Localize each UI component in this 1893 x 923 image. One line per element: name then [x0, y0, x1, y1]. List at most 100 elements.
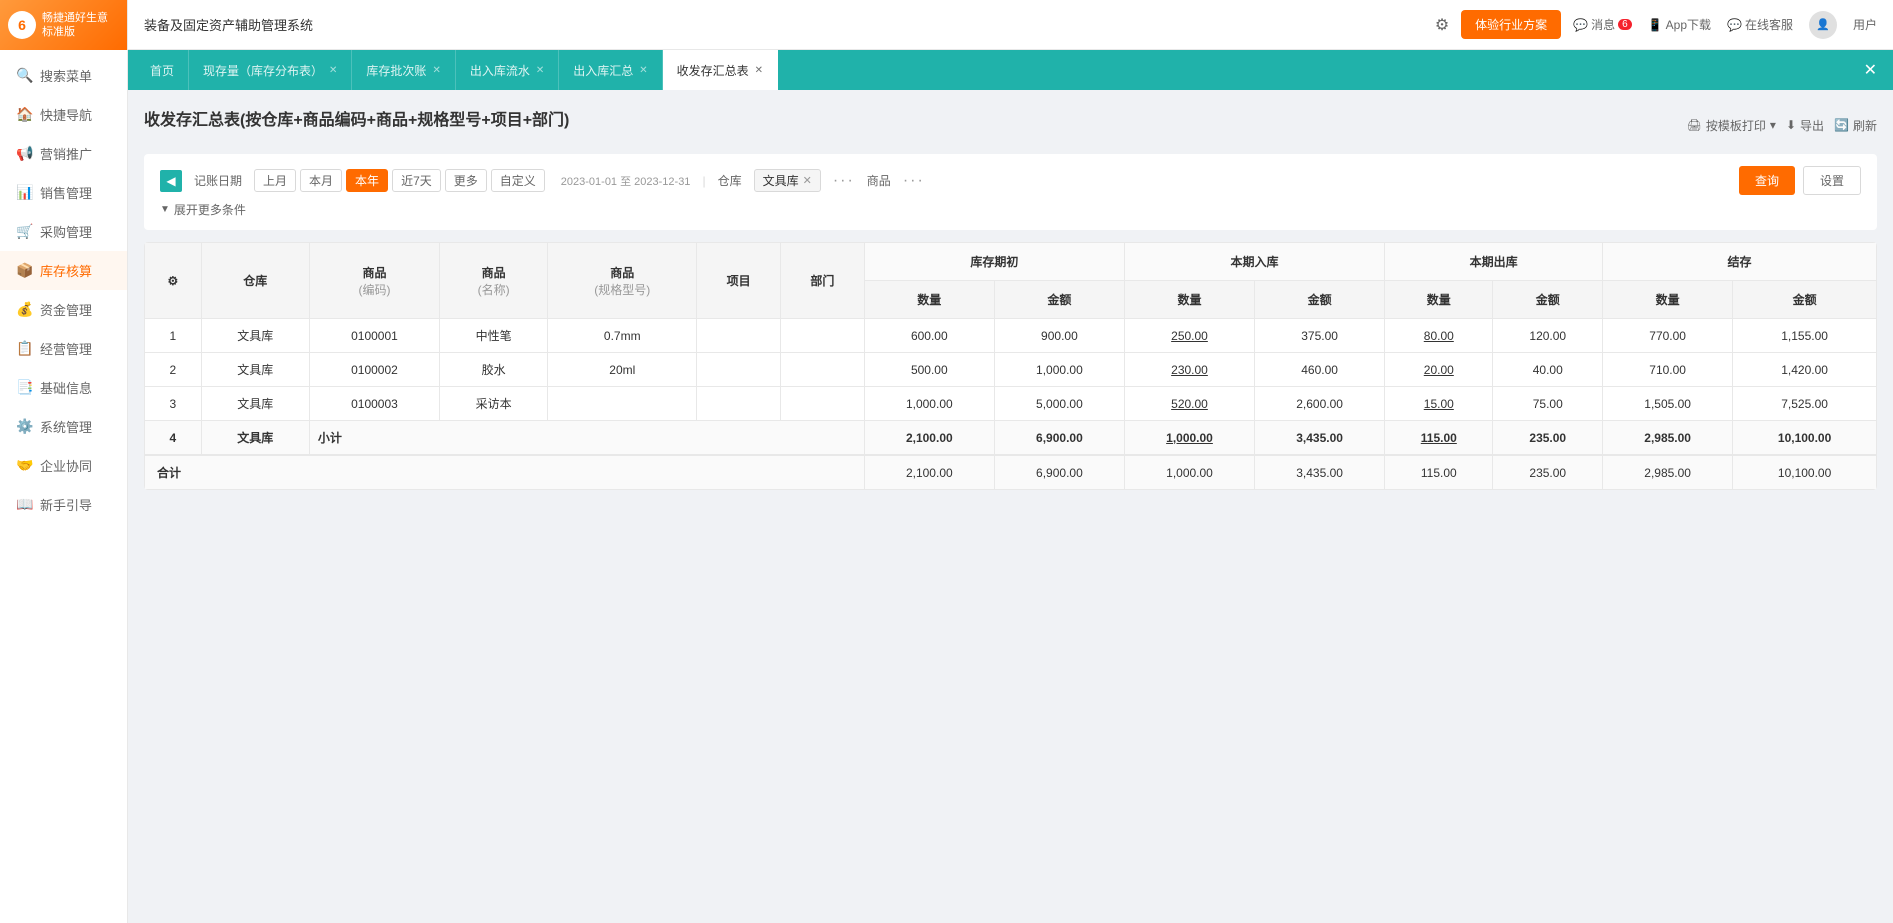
sidebar-label-sales: 销售管理	[40, 183, 92, 202]
home-icon: 🏠	[16, 106, 32, 123]
cell-out-qty[interactable]: 20.00	[1385, 353, 1493, 387]
sidebar-item-operations[interactable]: 📋 经营管理	[0, 329, 127, 368]
filter-action-btns: 查询 设置	[1739, 166, 1861, 195]
filter-row-main: ◀ 记账日期 上月 本月 本年 近7天 更多 自定义 2023-01-01 至 …	[160, 166, 1861, 195]
th-closing-group: 结存	[1603, 243, 1877, 281]
gear-icon[interactable]: ⚙	[1435, 15, 1449, 35]
sidebar-item-sales[interactable]: 📊 销售管理	[0, 173, 127, 212]
date-btn-this-month[interactable]: 本月	[300, 169, 342, 192]
user-label[interactable]: 用户	[1853, 16, 1877, 33]
warehouse-tag-close[interactable]: ✕	[803, 174, 812, 187]
tab-inout-flow[interactable]: 出入库流水 ✕	[456, 50, 559, 90]
subtotal-out-qty[interactable]: 115.00	[1385, 421, 1493, 456]
column-settings-icon[interactable]: ⚙	[167, 274, 178, 288]
sidebar-label-collab: 企业协同	[40, 456, 92, 475]
date-btn-7days[interactable]: 近7天	[392, 169, 441, 192]
cell-out-qty[interactable]: 15.00	[1385, 387, 1493, 421]
filter-card: ◀ 记账日期 上月 本月 本年 近7天 更多 自定义 2023-01-01 至 …	[144, 154, 1877, 230]
sidebar-label-guide: 新手引导	[40, 495, 92, 514]
app-download-button[interactable]: 📱 App下载	[1648, 16, 1711, 33]
refresh-button[interactable]: 🔄 刷新	[1834, 117, 1877, 134]
warehouse-dots[interactable]: ···	[833, 172, 855, 190]
tab-batch[interactable]: 库存批次账 ✕	[352, 50, 455, 90]
expand-icon: ▼	[160, 204, 170, 215]
sidebar-item-guide[interactable]: 📖 新手引导	[0, 485, 127, 524]
sidebar-item-search[interactable]: 🔍 搜索菜单	[0, 56, 127, 95]
tab-close-stock-dist[interactable]: ✕	[329, 65, 337, 76]
sidebar-label-purchase: 采购管理	[40, 222, 92, 241]
main-area: 装备及固定资产辅助管理系统 ⚙ 体验行业方案 💬 消息 6 📱 App下载 💬 …	[128, 0, 1893, 923]
th-closing-amt: 金额	[1733, 281, 1877, 319]
th-name: 商品(名称)	[440, 243, 548, 319]
subtotal-in-qty[interactable]: 1,000.00	[1124, 421, 1254, 456]
date-buttons: 上月 本月 本年 近7天 更多 自定义	[254, 169, 545, 192]
date-btn-last-month[interactable]: 上月	[254, 169, 296, 192]
cell-in-qty[interactable]: 230.00	[1124, 353, 1254, 387]
cell-in-amt: 2,600.00	[1255, 387, 1385, 421]
operations-icon: 📋	[16, 340, 32, 357]
settings-button[interactable]: 设置	[1803, 166, 1861, 195]
th-in-group: 本期入库	[1124, 243, 1384, 281]
cell-warehouse: 文具库	[201, 353, 309, 387]
th-spec: 商品(规格型号)	[548, 243, 697, 319]
cell-closing-amt: 1,420.00	[1733, 353, 1877, 387]
cell-spec	[548, 387, 697, 421]
date-btn-this-year[interactable]: 本年	[346, 169, 388, 192]
tab-inout-summary[interactable]: 出入库汇总 ✕	[559, 50, 662, 90]
goods-dots[interactable]: ···	[903, 172, 925, 190]
export-button[interactable]: ⬇ 导出	[1786, 117, 1824, 134]
notification-button[interactable]: 💬 消息 6	[1573, 16, 1632, 33]
sidebar-header: 6 畅捷通好生意 标准版	[0, 0, 127, 50]
system-icon: ⚙️	[16, 418, 32, 435]
sidebar-item-marketing[interactable]: 📢 营销推广	[0, 134, 127, 173]
th-settings[interactable]: ⚙	[145, 243, 202, 319]
sidebar-item-quicknav[interactable]: 🏠 快捷导航	[0, 95, 127, 134]
data-table-wrap: ⚙ 仓库 商品(编码) 商品(名称) 商品(规格型号) 项目 部门 库存期初 本…	[144, 242, 1877, 490]
cell-opening-qty: 500.00	[864, 353, 994, 387]
cell-in-qty[interactable]: 250.00	[1124, 319, 1254, 353]
sidebar-label-quicknav: 快捷导航	[40, 105, 92, 124]
warehouse-tag[interactable]: 文具库 ✕	[754, 169, 821, 192]
total-in-qty: 1,000.00	[1124, 455, 1254, 490]
th-opening-qty: 数量	[864, 281, 994, 319]
online-service-button[interactable]: 💬 在线客服	[1727, 16, 1793, 33]
sidebar-item-inventory[interactable]: 📦 库存核算	[0, 251, 127, 290]
print-button[interactable]: 🖨 按模板打印 ▾	[1687, 117, 1776, 134]
date-btn-custom[interactable]: 自定义	[491, 169, 545, 192]
date-btn-more[interactable]: 更多	[445, 169, 487, 192]
cell-closing-amt: 1,155.00	[1733, 319, 1877, 353]
tab-recv-send-summary[interactable]: 收发存汇总表 ✕	[663, 50, 778, 90]
sidebar-item-system[interactable]: ⚙️ 系统管理	[0, 407, 127, 446]
tab-close-batch[interactable]: ✕	[432, 65, 440, 76]
goods-label: 商品	[867, 172, 891, 189]
tab-close-inout-flow[interactable]: ✕	[536, 65, 544, 76]
sidebar-item-finance[interactable]: 💰 资金管理	[0, 290, 127, 329]
cell-out-amt: 75.00	[1493, 387, 1603, 421]
sidebar-item-collab[interactable]: 🤝 企业协同	[0, 446, 127, 485]
trial-button[interactable]: 体验行业方案	[1461, 10, 1561, 39]
query-button[interactable]: 查询	[1739, 166, 1795, 195]
tab-close-inout-summary[interactable]: ✕	[639, 65, 647, 76]
tab-stock-dist[interactable]: 现存量（库存分布表） ✕	[189, 50, 352, 90]
cell-out-qty[interactable]: 80.00	[1385, 319, 1493, 353]
tab-close-recv-send-summary[interactable]: ✕	[755, 65, 763, 76]
cell-in-amt: 460.00	[1255, 353, 1385, 387]
topbar-actions: 💬 消息 6 📱 App下载 💬 在线客服 👤 用户	[1573, 11, 1877, 39]
th-out-group: 本期出库	[1385, 243, 1603, 281]
user-avatar[interactable]: 👤	[1809, 11, 1837, 39]
sidebar-item-basic[interactable]: 📑 基础信息	[0, 368, 127, 407]
sidebar-item-purchase[interactable]: 🛒 采购管理	[0, 212, 127, 251]
filter-toggle-btn[interactable]: ◀	[160, 170, 182, 192]
tab-home[interactable]: 首页	[136, 50, 189, 90]
expand-more-btn[interactable]: ▼ 展开更多条件	[160, 195, 1861, 218]
sidebar-label-basic: 基础信息	[40, 378, 92, 397]
total-label: 合计	[145, 455, 865, 490]
cell-in-qty[interactable]: 520.00	[1124, 387, 1254, 421]
cell-index: 2	[145, 353, 202, 387]
date-range-display: 2023-01-01 至 2023-12-31	[561, 173, 691, 189]
close-all-tabs[interactable]: ✕	[1856, 60, 1885, 80]
cell-closing-qty: 770.00	[1603, 319, 1733, 353]
cell-closing-qty: 1,505.00	[1603, 387, 1733, 421]
tabbar: 首页 现存量（库存分布表） ✕ 库存批次账 ✕ 出入库流水 ✕ 出入库汇总 ✕ …	[128, 50, 1893, 90]
cell-closing-amt: 7,525.00	[1733, 387, 1877, 421]
